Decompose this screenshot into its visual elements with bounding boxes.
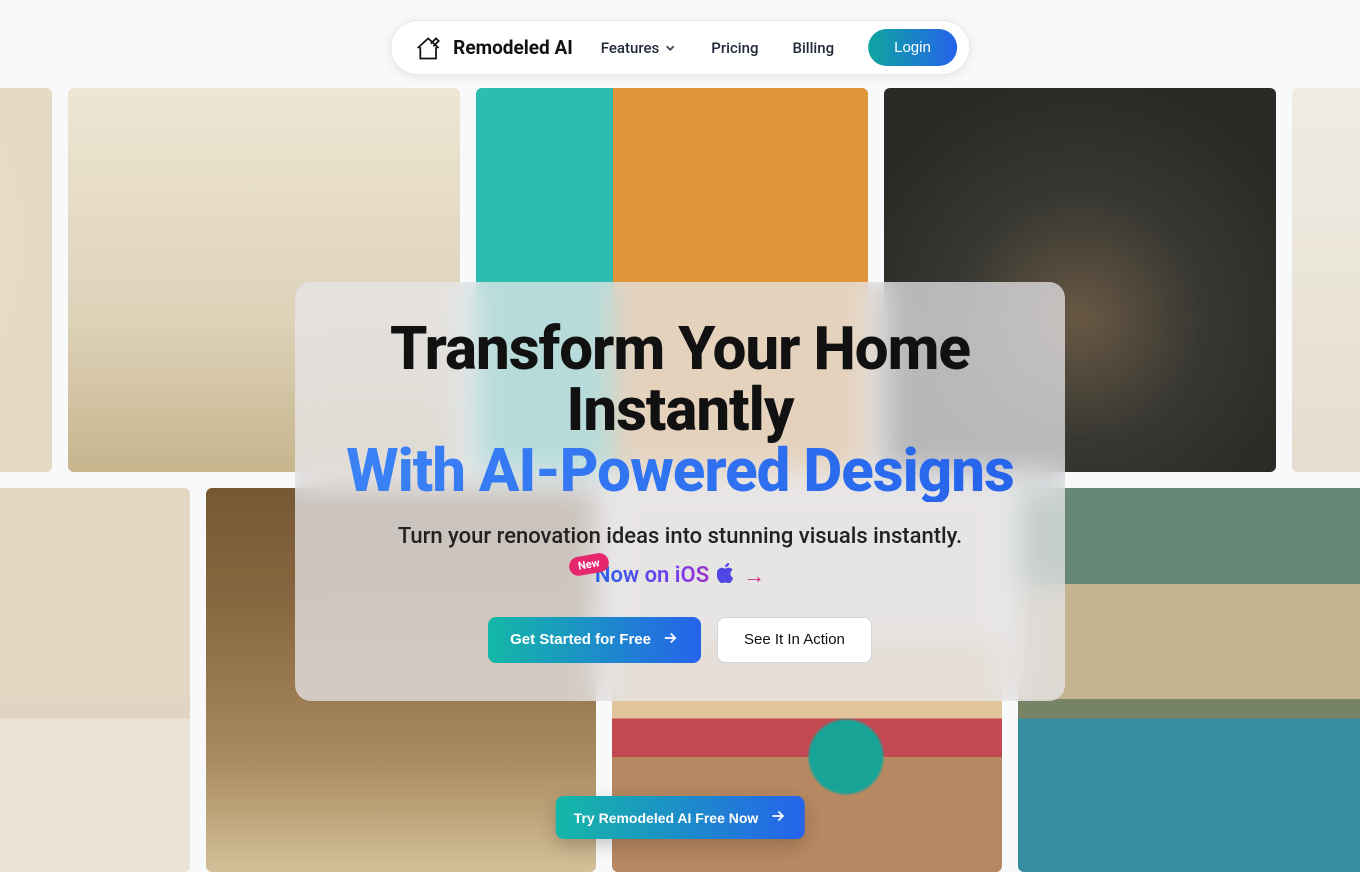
cta-row: Get Started for Free See It In Action (333, 617, 1027, 663)
login-label: Login (894, 39, 931, 56)
gallery-tile (1292, 88, 1360, 472)
gallery-tile (0, 88, 52, 472)
floating-try-button[interactable]: Try Remodeled AI Free Now (556, 796, 805, 839)
main-nav: Remodeled AI Features Pricing Billing Lo… (390, 20, 970, 75)
nav-billing-label: Billing (792, 39, 834, 57)
hero-title: Transform Your Home Instantly With AI-Po… (333, 318, 1027, 502)
nav-links: Features Pricing Billing Login (601, 29, 957, 66)
ios-link[interactable]: New Now on iOS → (595, 563, 765, 589)
gallery-tile (1018, 488, 1360, 872)
hero-title-line1: Transform Your Home Instantly (390, 313, 970, 445)
hero-card: Transform Your Home Instantly With AI-Po… (295, 282, 1065, 701)
see-it-in-action-button[interactable]: See It In Action (717, 617, 872, 663)
ios-arrow: → (743, 563, 765, 589)
brand-name: Remodeled AI (453, 36, 573, 59)
gallery-tile (0, 488, 190, 872)
get-started-label: Get Started for Free (510, 631, 651, 648)
house-pencil-icon (413, 33, 443, 63)
arrow-right-icon (661, 629, 679, 651)
login-button[interactable]: Login (868, 29, 957, 66)
hero-title-line2: With AI-Powered Designs (333, 440, 1027, 501)
nav-features-label: Features (601, 39, 659, 57)
nav-billing[interactable]: Billing (792, 39, 834, 57)
nav-pricing-label: Pricing (711, 39, 758, 57)
chevron-down-icon (663, 41, 677, 55)
nav-pricing[interactable]: Pricing (711, 39, 758, 57)
hero-subtitle: Turn your renovation ideas into stunning… (333, 524, 1027, 549)
arrow-right-icon (768, 807, 786, 828)
ios-text: Now on iOS (595, 563, 709, 588)
nav-features[interactable]: Features (601, 39, 677, 57)
apple-icon (717, 563, 735, 589)
get-started-button[interactable]: Get Started for Free (488, 617, 701, 663)
see-it-label: See It In Action (744, 631, 845, 648)
floating-try-label: Try Remodeled AI Free Now (574, 810, 759, 826)
brand[interactable]: Remodeled AI (413, 33, 573, 63)
